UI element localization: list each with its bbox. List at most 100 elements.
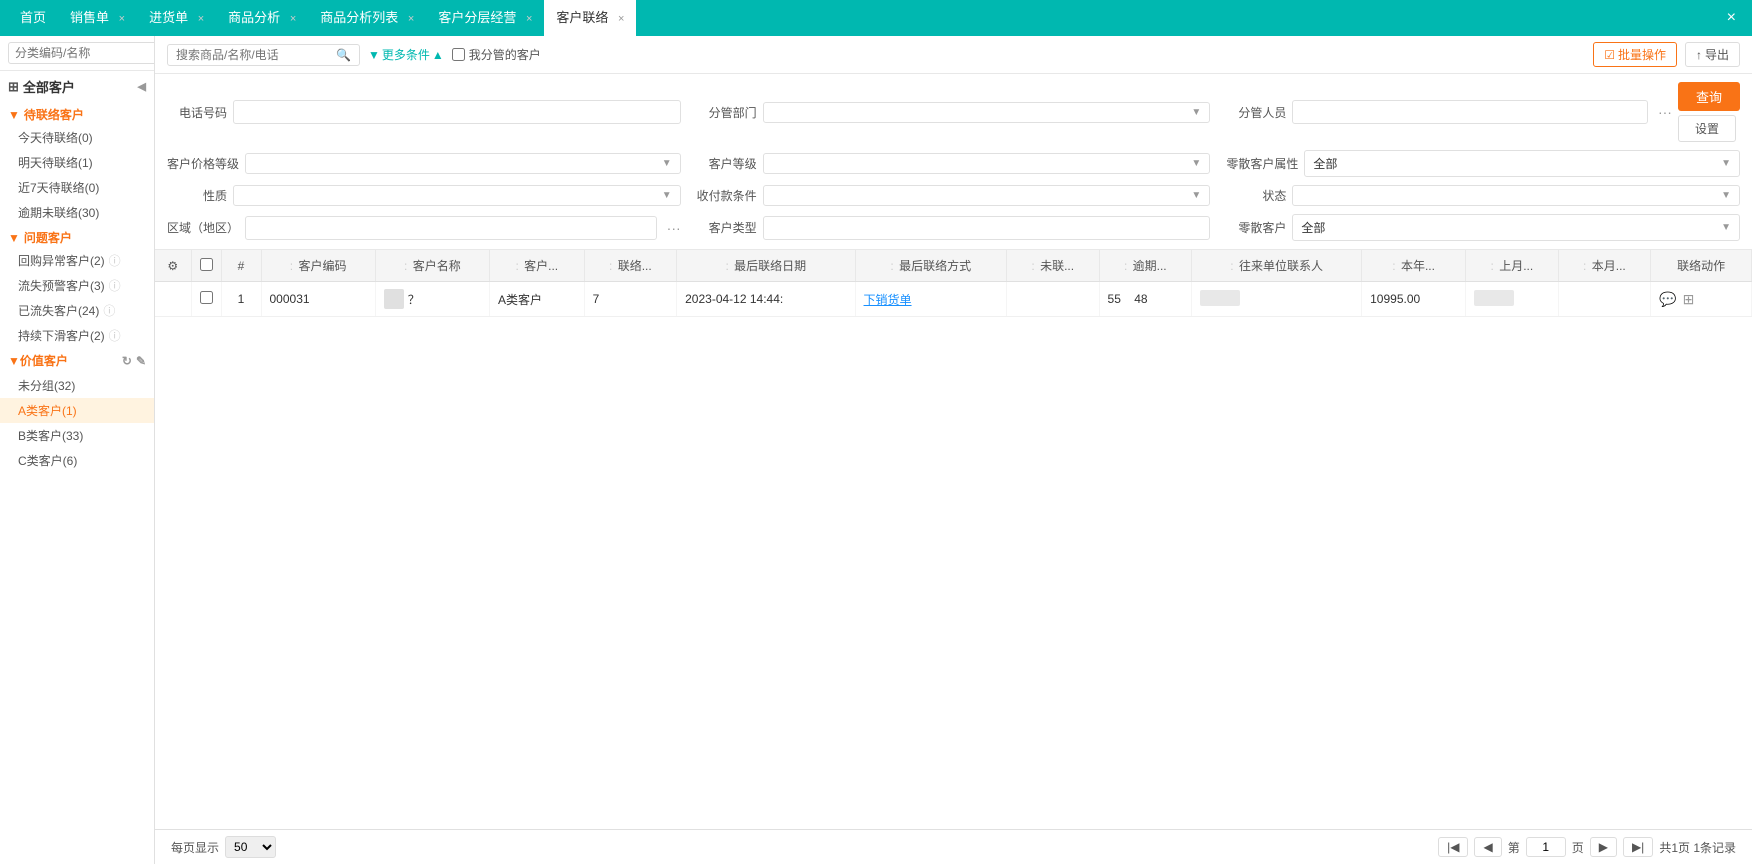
close-all-tabs[interactable]: × — [1719, 9, 1744, 27]
col-action-header: 联络动作 — [1651, 250, 1752, 282]
region-input[interactable] — [245, 216, 657, 240]
search-input[interactable] — [176, 48, 336, 62]
edit-icon[interactable]: ✎ — [136, 354, 146, 368]
col-last-contact-method-header[interactable]: : 最后联络方式 — [855, 250, 1006, 282]
col-last-month-header[interactable]: : 上月... — [1466, 250, 1559, 282]
col-no-contact-header[interactable]: : 未联... — [1006, 250, 1099, 282]
nav-tab-customer-layer[interactable]: 客户分层经营 × — [426, 0, 544, 36]
close-purchase-tab[interactable]: × — [198, 13, 204, 25]
col-code-header[interactable]: : 客户编码 — [261, 250, 375, 282]
nav-tab-analysis-list[interactable]: 商品分析列表 × — [308, 0, 426, 36]
region-dots[interactable]: ··· — [667, 220, 681, 236]
nav-tab-purchase[interactable]: 进货单 × — [137, 0, 216, 36]
row-gear — [155, 282, 191, 317]
settings-btn[interactable]: 设置 — [1678, 115, 1736, 142]
sidebar-item-overdue[interactable]: 逾期未联络(30) — [0, 200, 154, 225]
sidebar-item-churn-warning[interactable]: 流失预警客户(3) ⓘ — [0, 273, 154, 298]
payment-select[interactable]: ▼ — [763, 185, 1211, 206]
customer-level-select[interactable]: ▼ — [763, 153, 1211, 174]
dept-select[interactable]: ▼ — [763, 102, 1211, 123]
search-icon[interactable]: 🔍 — [336, 48, 351, 62]
check-all-checkbox[interactable] — [200, 258, 213, 271]
more-filters-btn[interactable]: ▼ 更多条件 ▲ — [368, 46, 444, 63]
col-this-year-header[interactable]: : 本年... — [1362, 250, 1466, 282]
nav-tab-sales[interactable]: 销售单 × — [58, 0, 137, 36]
my-customers-check[interactable] — [452, 48, 465, 61]
sidebar-item-tomorrow[interactable]: 明天待联络(1) — [0, 150, 154, 175]
prev-page-btn[interactable]: ◀ — [1474, 837, 1501, 857]
per-page-select[interactable]: 50 100 200 — [225, 836, 276, 858]
close-analysis-list-tab[interactable]: × — [408, 13, 414, 25]
next-page-btn[interactable]: ▶ — [1590, 837, 1617, 857]
contact-method-link[interactable]: 下销货单 — [864, 293, 912, 307]
first-page-btn[interactable]: |◀ — [1438, 837, 1468, 857]
manager-dots[interactable]: ··· — [1658, 104, 1672, 120]
refresh-icon[interactable]: ↻ — [122, 354, 132, 368]
phone-input[interactable] — [233, 100, 681, 124]
retail-attr-arrow: ▼ — [1721, 158, 1731, 169]
col-contact-count-header[interactable]: : 联络... — [584, 250, 677, 282]
row-last-contact-method: 下销货单 — [855, 282, 1006, 317]
filter-action-btns: 查询 设置 — [1678, 82, 1740, 142]
col-customer-type-header[interactable]: : 客户... — [490, 250, 585, 282]
query-btn[interactable]: 查询 — [1678, 82, 1740, 111]
filter-row-retail: 零散客户 全部 ▼ — [1226, 214, 1740, 241]
nav-tab-customer-contact[interactable]: 客户联络 × — [544, 0, 636, 36]
filter-row-status: 状态 ▼ — [1226, 185, 1740, 206]
sidebar-all-customers[interactable]: ⊞ 全部客户 ◀ — [0, 71, 154, 102]
last-page-btn[interactable]: ▶| — [1623, 837, 1653, 857]
col-name-header[interactable]: : 客户名称 — [375, 250, 489, 282]
sidebar-group-value[interactable]: ▼ 价值客户 ↻ ✎ — [0, 348, 154, 373]
sidebar-item-c-class[interactable]: C类客户(6) — [0, 448, 154, 473]
gear-icon[interactable]: ⚙ — [167, 259, 178, 273]
sidebar-group-pending[interactable]: ▼ 待联络客户 — [0, 102, 154, 125]
nav-tab-analysis[interactable]: 商品分析 × — [216, 0, 308, 36]
customer-table: ⚙ # : 客户编码 : 客户名称 — [155, 250, 1752, 317]
sidebar-item-repurchase-abnormal[interactable]: 回购异常客户(2) ⓘ — [0, 248, 154, 273]
retail-attr-label: 零散客户属性 — [1226, 155, 1298, 172]
col-contact-person-header[interactable]: : 往来单位联系人 — [1192, 250, 1362, 282]
sidebar-item-7days[interactable]: 近7天待联络(0) — [0, 175, 154, 200]
nature-select[interactable]: ▼ — [233, 185, 681, 206]
sidebar-item-b-class[interactable]: B类客户(33) — [0, 423, 154, 448]
price-level-select[interactable]: ▼ — [245, 153, 681, 174]
my-customers-checkbox[interactable]: 我分管的客户 — [452, 46, 541, 63]
row-customer-type: A类客户 — [490, 282, 585, 317]
sidebar-item-declining[interactable]: 持续下滑客户(2) ⓘ — [0, 323, 154, 348]
chat-icon[interactable]: 💬 — [1659, 291, 1676, 308]
col-check-all[interactable] — [191, 250, 221, 282]
sidebar-group-problem[interactable]: ▼ 问题客户 — [0, 225, 154, 248]
row-check[interactable] — [200, 291, 213, 304]
page-number-input[interactable] — [1526, 837, 1566, 857]
filter-row-phone: 电话号码 — [167, 82, 681, 142]
sidebar-item-lost[interactable]: 已流失客户(24) ⓘ — [0, 298, 154, 323]
customer-type-input[interactable] — [763, 216, 1211, 240]
main-layout: 🔍 ⊞ 全部客户 ◀ ▼ 待联络客户 今天待联络(0) 明天待联络(1) 近7天… — [0, 36, 1752, 864]
sidebar-item-today[interactable]: 今天待联络(0) — [0, 125, 154, 150]
collapse-sidebar-icon[interactable]: ◀ — [138, 80, 146, 93]
close-analysis-tab[interactable]: × — [290, 13, 296, 25]
col-this-month-header[interactable]: : 本月... — [1558, 250, 1651, 282]
nature-arrow: ▼ — [662, 190, 672, 201]
info-icon-lost: ⓘ — [103, 302, 115, 319]
grid-icon: ⊞ — [8, 79, 19, 95]
batch-op-btn[interactable]: ☑ 批量操作 — [1593, 42, 1677, 67]
col-overdue-header[interactable]: : 逾期... — [1099, 250, 1192, 282]
nav-home[interactable]: 首页 — [8, 0, 58, 36]
status-select[interactable]: ▼ — [1292, 185, 1740, 206]
manager-input[interactable] — [1292, 100, 1648, 124]
sidebar-search-input[interactable] — [8, 42, 155, 64]
customer-type-label: 客户类型 — [697, 219, 757, 236]
row-checkbox[interactable] — [191, 282, 221, 317]
col-last-contact-date-header[interactable]: : 最后联络日期 — [677, 250, 855, 282]
close-customer-contact-tab[interactable]: × — [618, 13, 624, 25]
retail-attr-select[interactable]: 全部 ▼ — [1304, 150, 1740, 177]
close-customer-layer-tab[interactable]: × — [526, 13, 532, 25]
sidebar-item-unclassified[interactable]: 未分组(32) — [0, 373, 154, 398]
export-btn[interactable]: ↑ 导出 — [1685, 42, 1740, 67]
qr-icon[interactable]: ⊞ — [1683, 291, 1695, 308]
sidebar-item-a-class[interactable]: A类客户(1) — [0, 398, 154, 423]
close-sales-tab[interactable]: × — [119, 13, 125, 25]
retail-select[interactable]: 全部 ▼ — [1292, 214, 1740, 241]
filter-bar: 🔍 ▼ 更多条件 ▲ 我分管的客户 ☑ 批量操作 ↑ 导出 — [155, 36, 1752, 74]
